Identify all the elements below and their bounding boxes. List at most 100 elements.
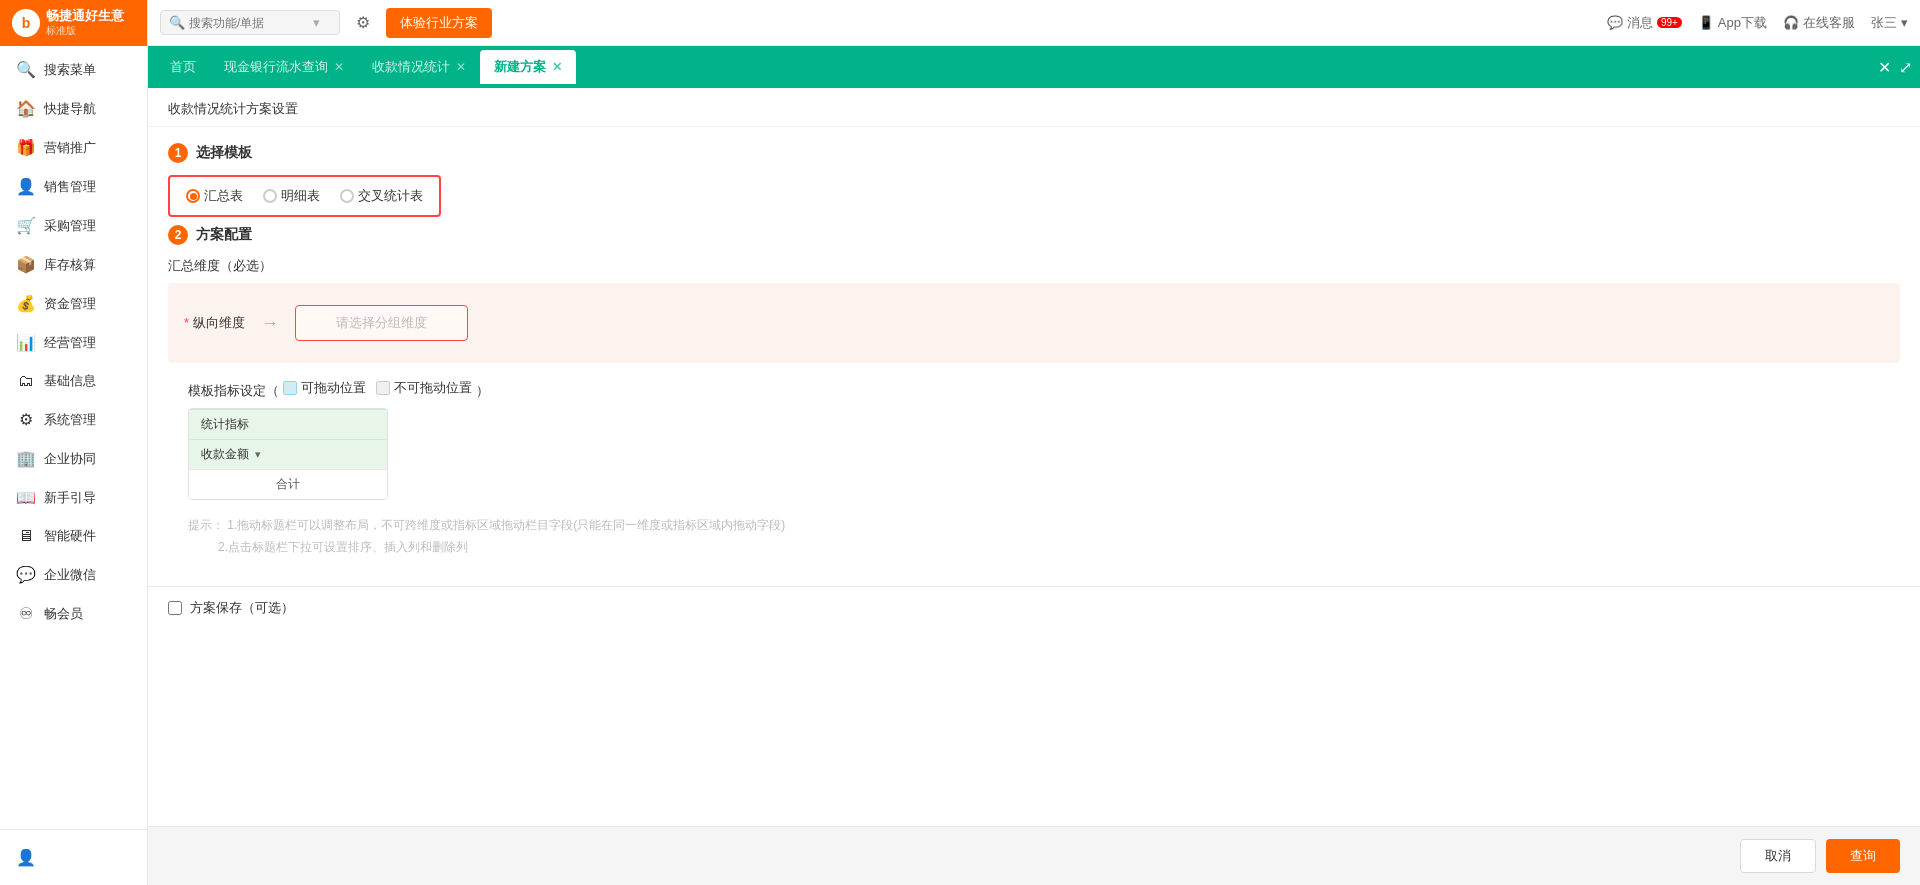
section2-title: 方案配置 [196, 226, 252, 244]
sidebar-item-label-capital: 资金管理 [44, 295, 96, 313]
page-content: 收款情况统计方案设置 1 选择模板 汇总表 明细表 [148, 88, 1920, 826]
query-button[interactable]: 查询 [1826, 839, 1900, 873]
tab-stats[interactable]: 收款情况统计 ✕ [358, 50, 480, 84]
metrics-column-header[interactable]: 统计指标 [189, 409, 387, 439]
logo-subtitle: 标准版 [46, 24, 124, 38]
save-row: 方案保存（可选） [148, 586, 1920, 629]
vertical-dimension-row: * 纵向维度 → 请选择分组维度 [184, 305, 468, 341]
save-label[interactable]: 方案保存（可选） [190, 599, 294, 617]
guide-icon: 📖 [16, 488, 36, 507]
sidebar-item-system[interactable]: ⚙系统管理 [0, 400, 147, 439]
dropdown-icon: ▾ [313, 15, 320, 30]
message-label: 消息 [1627, 14, 1653, 32]
tab-close-all-icon[interactable]: ✕ [1878, 58, 1891, 77]
sidebar-item-inventory[interactable]: 📦库存核算 [0, 245, 147, 284]
section1-title: 选择模板 [196, 144, 252, 162]
topbar: 🔍 ▾ ⚙ 体验行业方案 💬 消息 99+ 📱 App下载 🎧 在线客服 张三 … [148, 0, 1920, 46]
radio-summary[interactable]: 汇总表 [186, 187, 243, 205]
tab-home[interactable]: 首页 [156, 50, 210, 84]
sidebar-item-label-search: 搜索菜单 [44, 61, 96, 79]
dimension-panel: * 纵向维度 → 请选择分组维度 [168, 283, 1900, 363]
dimension-section-label: 汇总维度（必选） [168, 257, 1900, 275]
section1-label: 1 选择模板 [168, 143, 1900, 163]
inventory-icon: 📦 [16, 255, 36, 274]
operation-icon: 📊 [16, 333, 36, 352]
system-icon: ⚙ [16, 410, 36, 429]
purchase-icon: 🛒 [16, 216, 36, 235]
dimension-config-row: 汇总维度（必选） * 纵向维度 → 请选择分组维度 [168, 257, 1900, 363]
metrics-table: 统计指标 收款金额 ▾ 合计 [188, 408, 388, 500]
sidebar-item-operation[interactable]: 📊 经营管理 [0, 323, 147, 362]
sidebar-logo: b 畅捷通好生意 标准版 [0, 0, 147, 46]
user-chevron-icon: ▾ [1901, 15, 1908, 30]
radio-cross-label: 交叉统计表 [358, 187, 423, 205]
vertical-dimension-label: * 纵向维度 [184, 314, 245, 332]
sidebar-item-base[interactable]: 🗂基础信息 [0, 362, 147, 400]
tab-new-close-icon[interactable]: ✕ [552, 60, 562, 74]
page-header: 收款情况统计方案设置 [148, 88, 1920, 127]
main-area: 🔍 ▾ ⚙ 体验行业方案 💬 消息 99+ 📱 App下载 🎧 在线客服 张三 … [148, 0, 1920, 885]
app-label: App下载 [1718, 14, 1767, 32]
sidebar-item-purchase[interactable]: 🛒采购管理 [0, 206, 147, 245]
base-icon: 🗂 [16, 372, 36, 390]
service-btn[interactable]: 🎧 在线客服 [1783, 14, 1855, 32]
dimension-dropdown[interactable]: 请选择分组维度 [295, 305, 468, 341]
sidebar-item-quicknav[interactable]: 🏠 快捷导航 [0, 89, 147, 128]
user-menu[interactable]: 张三 ▾ [1871, 14, 1908, 32]
cancel-button[interactable]: 取消 [1740, 839, 1816, 873]
sidebar-item-label-marketing: 营销推广 [44, 139, 96, 157]
tab-stats-label: 收款情况统计 [372, 58, 450, 76]
template-section: 1 选择模板 汇总表 明细表 交叉统计表 [148, 127, 1920, 225]
search-icon: 🔍 [16, 60, 36, 79]
tab-expand-icon[interactable]: ⤢ [1899, 58, 1912, 77]
enterprise-icon: 🏢 [16, 449, 36, 468]
tip-2: 2.点击标题栏下拉可设置排序、插入列和删除列 [188, 537, 1880, 559]
sidebar-item-label-enterprise: 企业协同 [44, 450, 96, 468]
search-input[interactable] [189, 16, 309, 30]
trial-button[interactable]: 体验行业方案 [386, 8, 492, 38]
metrics-col-title: 统计指标 [201, 416, 249, 433]
breadcrumb: 收款情况统计方案设置 [168, 101, 298, 116]
sidebar-item-enterprise[interactable]: 🏢 企业协同 [0, 439, 147, 478]
message-btn[interactable]: 💬 消息 99+ [1607, 14, 1682, 32]
metrics-row-label: 合计 [276, 477, 300, 491]
capital-icon: 💰 [16, 294, 36, 313]
quicknav-icon: 🏠 [16, 99, 36, 118]
arrow-icon: → [261, 313, 279, 334]
sidebar-item-label-guide: 新手引导 [44, 489, 96, 507]
sales-icon: 👤 [16, 177, 36, 196]
sidebar-item-wechat[interactable]: 💬企业微信 [0, 555, 147, 594]
sidebar-item-label-vip: 畅会员 [44, 605, 83, 623]
service-label: 在线客服 [1803, 14, 1855, 32]
radio-cross[interactable]: 交叉统计表 [340, 187, 423, 205]
sidebar-item-label-quicknav: 快捷导航 [44, 100, 96, 118]
sidebar-item-label-operation: 经营管理 [44, 334, 96, 352]
config-section: 2 方案配置 汇总维度（必选） * 纵向维度 → 请选择分组维度 [148, 225, 1920, 586]
metrics-col-value[interactable]: 收款金额 ▾ [189, 439, 387, 469]
sidebar-item-vip[interactable]: ♾畅会员 [0, 594, 147, 633]
marketing-icon: 🎁 [16, 138, 36, 157]
content-area: 收款情况统计方案设置 1 选择模板 汇总表 明细表 [148, 88, 1920, 885]
sidebar-item-sales[interactable]: 👤销售管理 [0, 167, 147, 206]
tab-bank[interactable]: 现金银行流水查询 ✕ [210, 50, 358, 84]
tab-bank-close-icon[interactable]: ✕ [334, 60, 344, 74]
sidebar-item-hardware[interactable]: 🖥智能硬件 [0, 517, 147, 555]
sidebar-item-bottom1[interactable]: 👤 [0, 838, 147, 877]
tab-bank-label: 现金银行流水查询 [224, 58, 328, 76]
sidebar-item-marketing[interactable]: 🎁 营销推广 [0, 128, 147, 167]
section1-num: 1 [168, 143, 188, 163]
legend-fixed-wrap: 不可拖动位置 [376, 379, 472, 397]
sidebar-item-capital[interactable]: 💰 资金管理 [0, 284, 147, 323]
app-download-btn[interactable]: 📱 App下载 [1698, 14, 1767, 32]
sidebar-item-guide[interactable]: 📖 新手引导 [0, 478, 147, 517]
save-checkbox[interactable] [168, 601, 182, 615]
sidebar-item-search[interactable]: 🔍 搜索菜单 [0, 50, 147, 89]
radio-detail[interactable]: 明细表 [263, 187, 320, 205]
wechat-icon: 💬 [16, 565, 36, 584]
settings-icon[interactable]: ⚙ [356, 13, 370, 32]
topbar-right: 💬 消息 99+ 📱 App下载 🎧 在线客服 张三 ▾ [1607, 14, 1908, 32]
metrics-dropdown-icon[interactable]: ▾ [255, 448, 261, 461]
tab-stats-close-icon[interactable]: ✕ [456, 60, 466, 74]
search-box[interactable]: 🔍 ▾ [160, 10, 340, 35]
tab-new[interactable]: 新建方案 ✕ [480, 50, 576, 84]
